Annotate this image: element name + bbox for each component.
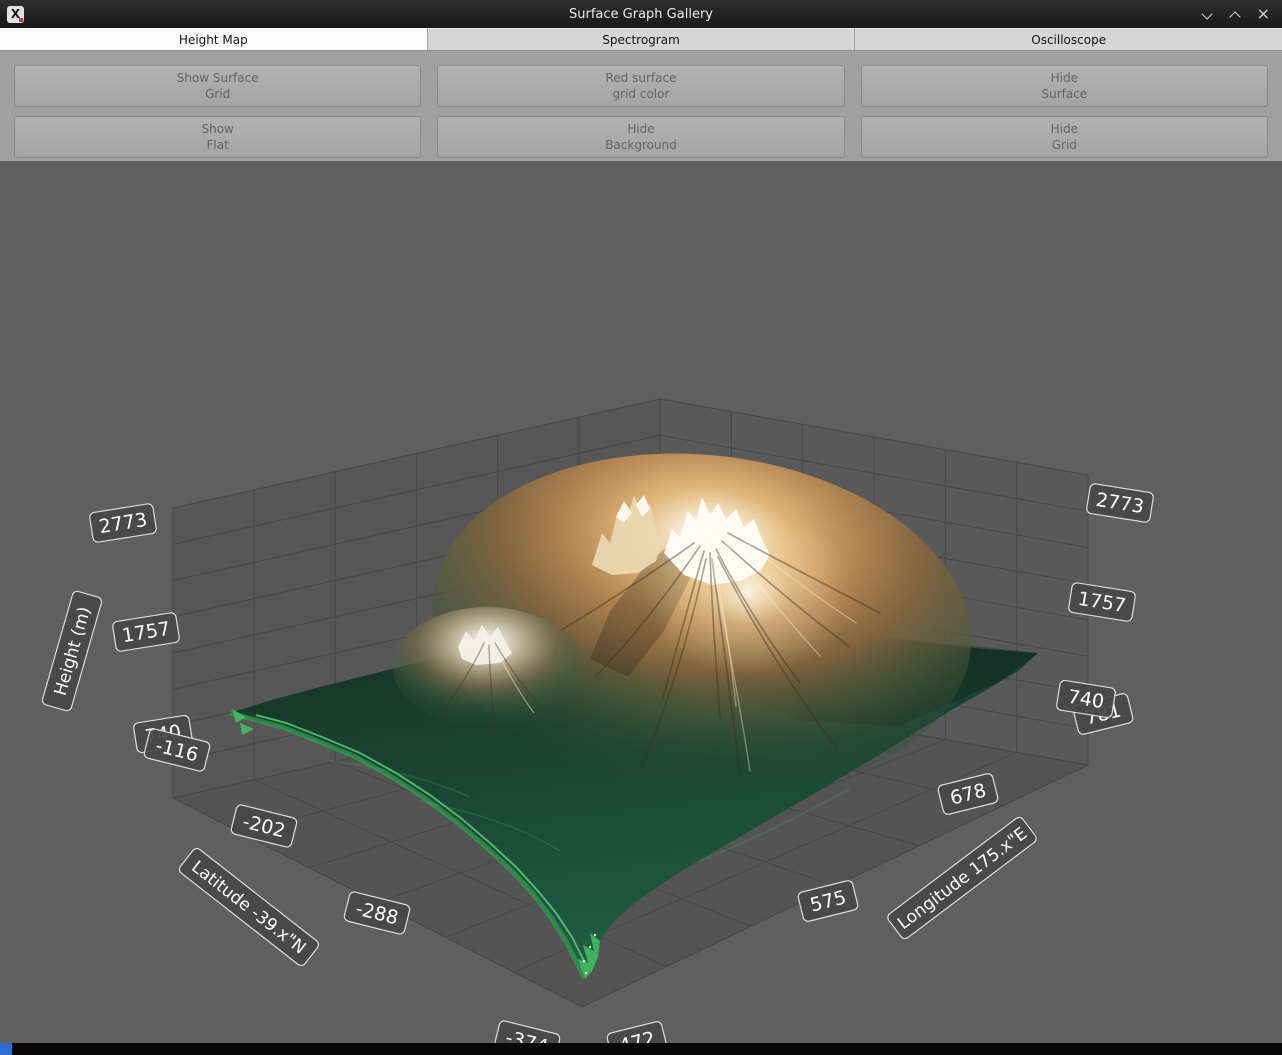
hide-background-button[interactable]: Hide Background	[437, 116, 844, 158]
tab-label: Height Map	[179, 33, 248, 47]
controls-strip: Show Surface Grid Red surface grid color…	[0, 51, 1282, 161]
button-label-line2: Grid	[1052, 137, 1077, 153]
close-button-icon[interactable]: ×	[1257, 6, 1270, 22]
surface-plot-view[interactable]: Height (m) 2773 1757 740 -116 -202	[0, 161, 1282, 1044]
button-label-line2: Grid	[205, 86, 230, 102]
app-window: X Surface Graph Gallery × Height Map Spe…	[0, 0, 1282, 1055]
button-label-line1: Show	[201, 121, 233, 137]
hide-grid-button[interactable]: Hide Grid	[861, 116, 1268, 158]
hide-surface-button[interactable]: Hide Surface	[861, 65, 1268, 107]
button-label-line1: Hide	[627, 121, 654, 137]
titlebar[interactable]: X Surface Graph Gallery ×	[0, 0, 1282, 28]
surface-grid-color-button[interactable]: Red surface grid color	[437, 65, 844, 107]
window-title: Surface Graph Gallery	[0, 7, 1282, 22]
button-label-line2: Surface	[1041, 86, 1087, 102]
tab-bar: Height Map Spectrogram Oscilloscope	[0, 28, 1282, 51]
panel-item[interactable]	[0, 1043, 12, 1055]
tab-label: Oscilloscope	[1031, 33, 1106, 47]
button-label-line1: Hide	[1051, 121, 1078, 137]
tab-label: Spectrogram	[602, 33, 680, 47]
button-label-line2: Background	[605, 137, 677, 153]
bottom-panel	[0, 1043, 1282, 1055]
tab-oscilloscope[interactable]: Oscilloscope	[855, 28, 1282, 50]
surface-plot-canvas[interactable]: Height (m) 2773 1757 740 -116 -202	[0, 161, 1282, 1044]
button-label-line1: Red surface	[606, 70, 677, 86]
show-surface-grid-button[interactable]: Show Surface Grid	[14, 65, 421, 107]
button-label-line1: Hide	[1051, 70, 1078, 86]
button-label-line2: Flat	[207, 137, 229, 153]
show-flat-button[interactable]: Show Flat	[14, 116, 421, 158]
button-label-line1: Show Surface	[177, 70, 259, 86]
tab-height-map[interactable]: Height Map	[0, 28, 428, 50]
minimize-button-icon[interactable]	[1201, 9, 1213, 19]
tab-spectrogram[interactable]: Spectrogram	[428, 28, 856, 50]
button-label-line2: grid color	[613, 86, 670, 102]
maximize-button-icon[interactable]	[1229, 9, 1241, 19]
